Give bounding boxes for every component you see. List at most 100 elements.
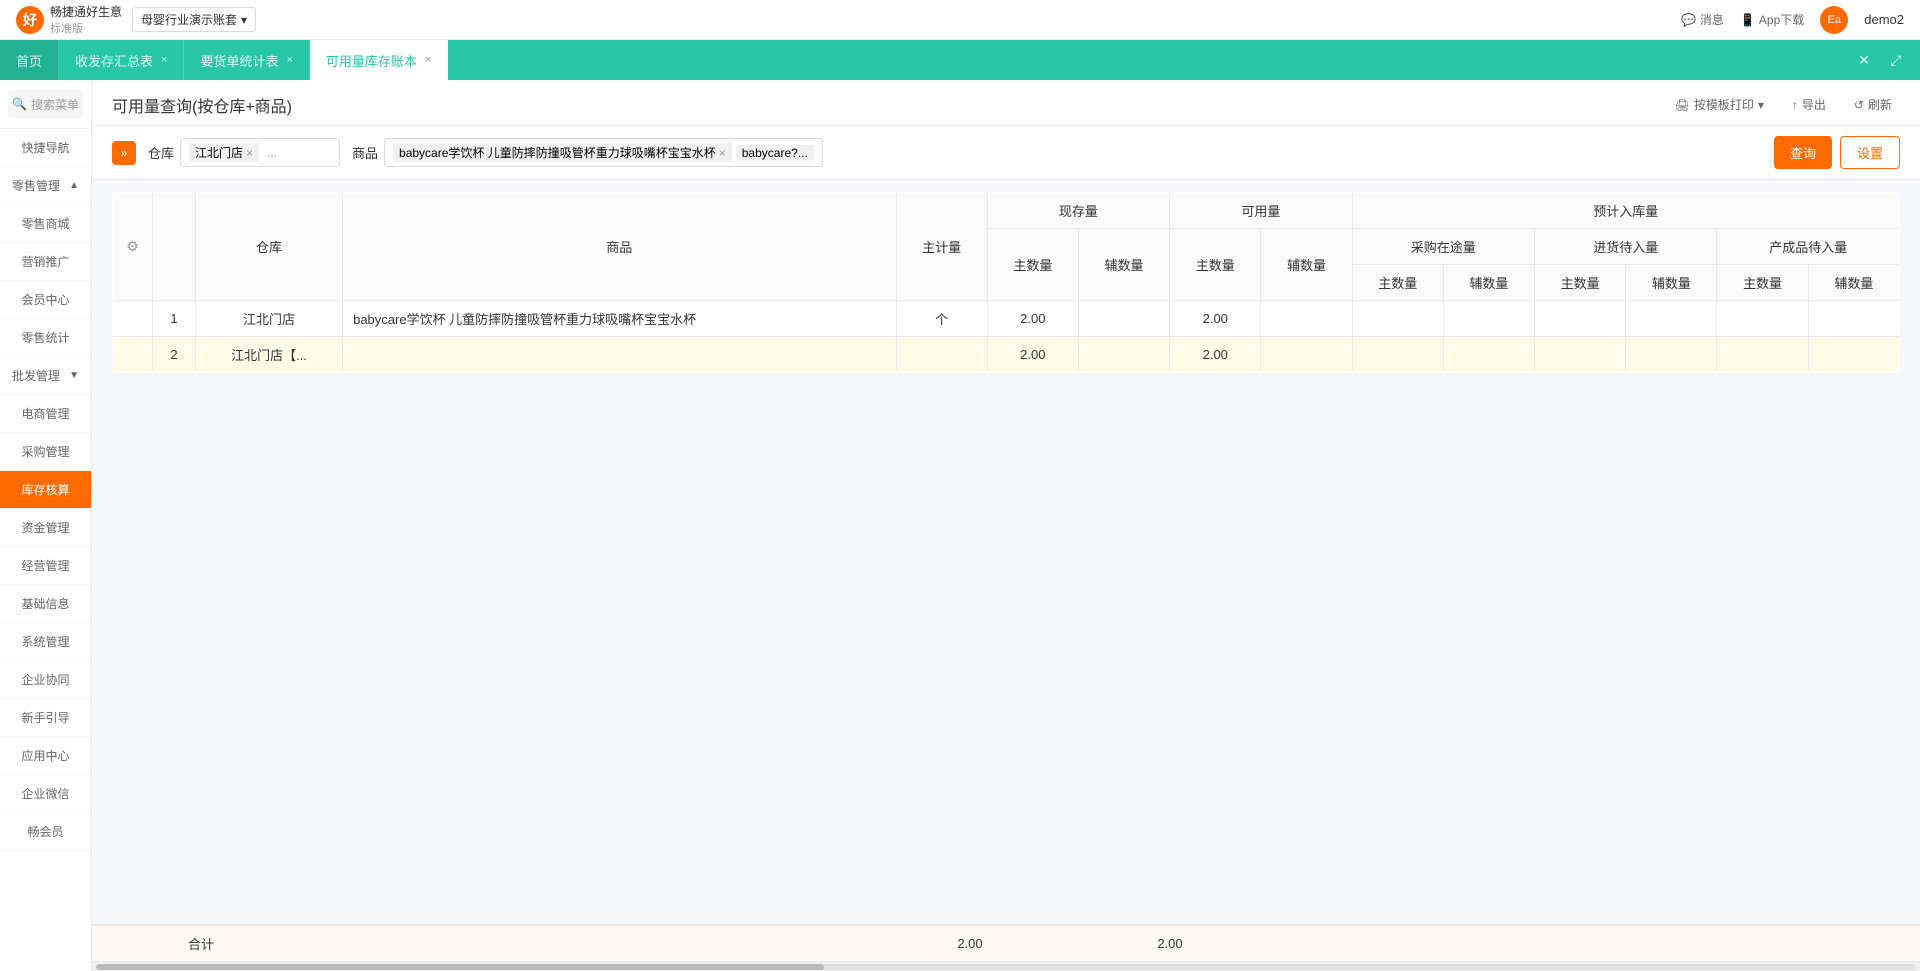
query-btn[interactable]: 查询 <box>1774 136 1832 169</box>
col-purchase-transit-main-header: 主数量 <box>1352 265 1443 301</box>
total-onhand-main-cell: 2.00 <box>920 926 1020 961</box>
row-2-index: 2 <box>153 337 196 373</box>
close-available-stock-icon[interactable]: × <box>425 54 431 66</box>
row-2-incoming-sub <box>1626 337 1717 373</box>
table-settings-icon[interactable]: ⚙ <box>126 238 139 254</box>
sidebar-item-basic-info[interactable]: 基础信息 <box>0 585 91 623</box>
sidebar-item-finance-mgmt-label: 资金管理 <box>21 521 69 535</box>
tab-requisition-stats[interactable]: 要货单统计表 × <box>184 40 309 80</box>
receipt-summary-label: 收发存汇总表 <box>75 51 153 70</box>
col-forecast-group-header: 预计入库量 <box>1352 193 1899 229</box>
sidebar-item-retail-stats-label: 零售统计 <box>21 331 69 345</box>
sidebar-item-wholesale-mgmt[interactable]: 批发管理 ▼ <box>0 357 91 395</box>
row-1-unit: 个 <box>896 301 987 337</box>
sidebar-item-app-center[interactable]: 应用中心 <box>0 737 91 775</box>
table-row-subtotal: 2 江北门店【... 2.00 2.00 <box>113 337 1900 373</box>
requisition-stats-label: 要货单统计表 <box>200 51 278 70</box>
col-incoming-main-header: 主数量 <box>1535 265 1626 301</box>
sidebar-item-finance-mgmt[interactable]: 资金管理 <box>0 509 91 547</box>
refresh-label: 刷新 <box>1868 96 1892 113</box>
row-2-production-sub <box>1808 337 1899 373</box>
sidebar-item-retail-stats[interactable]: 零售统计 <box>0 319 91 357</box>
avatar: Ea <box>1820 6 1848 34</box>
row-1-settings <box>113 301 153 337</box>
row-2-purchase-transit-sub <box>1443 337 1534 373</box>
total-incoming-sub-cell <box>1620 926 1720 961</box>
expand-filter-btn[interactable]: » <box>112 141 136 165</box>
col-production-group-header: 产成品待入量 <box>1717 229 1900 265</box>
sidebar-item-retail-mgmt[interactable]: 零售管理 ▲ <box>0 167 91 205</box>
sidebar-item-system-mgmt[interactable]: 系统管理 <box>0 623 91 661</box>
row-1-product: babycare学饮杯 儿童防摔防撞吸管杯重力球吸嘴杯宝宝水杯 <box>343 301 896 337</box>
col-unit-header: 主计量 <box>896 193 987 301</box>
row-2-warehouse: 江北门店【... <box>195 337 342 373</box>
total-available-main-cell: 2.00 <box>1120 926 1220 961</box>
row-2-unit <box>896 337 987 373</box>
app-download-label: App下载 <box>1759 11 1804 28</box>
sidebar-item-enterprise-wechat[interactable]: 企业微信 <box>0 775 91 813</box>
bottom-scrollbar[interactable] <box>92 961 1920 971</box>
total-production-main-cell <box>1720 926 1820 961</box>
sidebar-item-ecommerce-mgmt[interactable]: 电商管理 <box>0 395 91 433</box>
filter-area: » 仓库 江北门店 × ... 商品 babycare学饮杯 儿童防摔防撞吸管杯… <box>92 126 1920 180</box>
sidebar-item-marketing[interactable]: 营销推广 <box>0 243 91 281</box>
sidebar-item-new-guide[interactable]: 新手引导 <box>0 699 91 737</box>
sidebar-item-enterprise-collab[interactable]: 企业协同 <box>0 661 91 699</box>
warehouse-tag-remove[interactable]: × <box>246 146 253 160</box>
product-filter-input[interactable]: babycare学饮杯 儿童防摔防撞吸管杯重力球吸嘴杯宝宝水杯 × babyca… <box>384 138 823 167</box>
template-select[interactable]: 母婴行业演示账套 ▾ <box>132 7 256 32</box>
row-2-onhand-sub <box>1078 337 1169 373</box>
col-onhand-group-header: 现存量 <box>987 193 1169 229</box>
tab-home[interactable]: 首页 <box>0 40 59 80</box>
row-2-settings <box>113 337 153 373</box>
tab-available-stock[interactable]: 可用量库存账本 × <box>310 40 448 80</box>
product-tag-2: babycare?... <box>736 145 814 161</box>
sidebar-item-member-center[interactable]: 会员中心 <box>0 281 91 319</box>
total-row-container: 合计 2.00 2.00 <box>92 924 1920 961</box>
close-receipt-summary-icon[interactable]: × <box>161 54 167 66</box>
username[interactable]: demo2 <box>1864 12 1904 27</box>
message-btn[interactable]: 💬 消息 <box>1681 11 1724 28</box>
message-icon: 💬 <box>1681 13 1696 27</box>
col-purchase-transit-sub-header: 辅数量 <box>1443 265 1534 301</box>
tab-receipt-summary[interactable]: 收发存汇总表 × <box>59 40 184 80</box>
export-btn[interactable]: ↑ 导出 <box>1784 92 1834 117</box>
warehouse-filter-input[interactable]: 江北门店 × ... <box>180 138 340 167</box>
row-1-onhand-sub <box>1078 301 1169 337</box>
sidebar-item-wholesale-mgmt-label: 批发管理 <box>12 367 60 384</box>
col-purchase-transit-group-header: 采购在途量 <box>1352 229 1534 265</box>
sidebar-item-stock-check[interactable]: 库存核算 <box>0 471 91 509</box>
search-menu-label: 搜索菜单 <box>31 96 79 113</box>
col-incoming-sub-header: 辅数量 <box>1626 265 1717 301</box>
sidebar-item-app-center-label: 应用中心 <box>21 749 69 763</box>
sidebar-item-system-mgmt-label: 系统管理 <box>21 635 69 649</box>
row-1-onhand-main: 2.00 <box>987 301 1078 337</box>
page-title: 可用量查询(按仓库+商品) <box>112 93 292 117</box>
col-onhand-sub-header: 辅数量 <box>1078 229 1169 301</box>
col-settings-header: ⚙ <box>113 193 153 301</box>
close-all-tabs-btn[interactable]: ✕ <box>1852 48 1876 72</box>
chevron-down-icon: ▾ <box>241 13 247 27</box>
content-area: 可用量查询(按仓库+商品) 🖨 按模板打印 ▾ ↑ 导出 ↺ 刷新 » <box>92 80 1920 971</box>
total-unit-cell <box>840 926 920 961</box>
sidebar-item-purchase-mgmt-label: 采购管理 <box>21 445 69 459</box>
maximize-btn[interactable]: ⤢ <box>1884 48 1908 72</box>
refresh-btn[interactable]: ↺ 刷新 <box>1846 92 1900 117</box>
template-label: 母婴行业演示账套 <box>141 11 237 28</box>
sidebar-item-quick-nav[interactable]: 快捷导航 <box>0 129 91 167</box>
sidebar-item-purchase-mgmt[interactable]: 采购管理 <box>0 433 91 471</box>
print-template-btn[interactable]: 🖨 按模板打印 ▾ <box>1667 92 1772 117</box>
sidebar-item-retail-mall[interactable]: 零售商城 <box>0 205 91 243</box>
row-1-purchase-transit-sub <box>1443 301 1534 337</box>
sidebar-item-operations-mgmt[interactable]: 经营管理 <box>0 547 91 585</box>
col-available-sub-header: 辅数量 <box>1261 229 1352 301</box>
sidebar-item-marketing-label: 营销推广 <box>21 255 69 269</box>
total-purchase-transit-sub-cell <box>1420 926 1520 961</box>
close-requisition-stats-icon[interactable]: × <box>286 54 292 66</box>
product-tag-1-remove[interactable]: × <box>719 146 726 160</box>
settings-btn[interactable]: 设置 <box>1840 136 1900 169</box>
sidebar-item-vip-member[interactable]: 畅会员 <box>0 813 91 851</box>
app-download-btn[interactable]: 📱 App下载 <box>1740 11 1804 28</box>
warehouse-filter-more[interactable]: ... <box>267 146 277 160</box>
search-menu-btn[interactable]: 🔍 搜索菜单 <box>8 90 83 118</box>
